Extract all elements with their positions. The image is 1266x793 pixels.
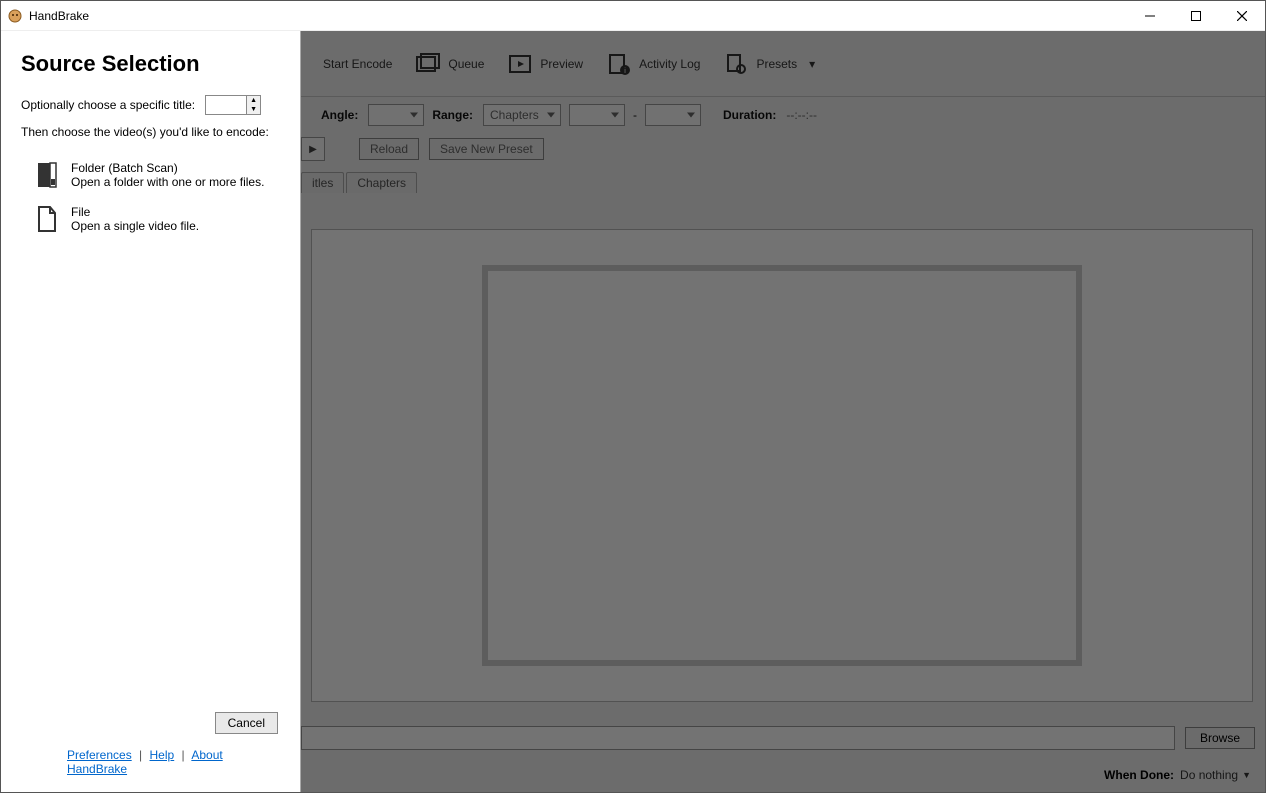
open-folder-text: Folder (Batch Scan) Open a folder with o… <box>71 161 264 189</box>
reload-label: Reload <box>370 142 408 156</box>
reload-button[interactable]: Reload <box>359 138 419 160</box>
preview-label: Preview <box>540 57 583 71</box>
window-title: HandBrake <box>29 9 89 23</box>
presets-label: Presets <box>756 57 797 71</box>
output-row: Browse <box>301 724 1255 752</box>
angle-combo[interactable] <box>368 104 424 126</box>
title-spinner-input[interactable] <box>206 96 246 114</box>
queue-label: Queue <box>448 57 484 71</box>
range-from-combo[interactable] <box>569 104 625 126</box>
open-folder-title: Folder (Batch Scan) <box>71 161 264 175</box>
title-spinner[interactable]: ▲ ▼ <box>205 95 261 115</box>
titlebar-left: HandBrake <box>7 8 89 24</box>
minimize-button[interactable] <box>1127 1 1173 30</box>
queue-button[interactable]: Queue <box>404 42 496 86</box>
preset-nav-button[interactable]: ▶ <box>301 137 325 161</box>
titlebar: HandBrake <box>1 1 1265 31</box>
queue-icon <box>416 53 440 75</box>
range-to-combo[interactable] <box>645 104 701 126</box>
maximize-icon <box>1191 11 1201 21</box>
preview-button[interactable]: Preview <box>496 42 595 86</box>
content-panel: Or drop a file or folder here ... <box>311 229 1253 702</box>
cancel-label: Cancel <box>228 716 265 730</box>
presets-button[interactable]: Presets ▾ <box>712 42 827 86</box>
body: Start Encode Queue Preview i Activity Lo… <box>1 31 1265 792</box>
footer-links: Preferences | Help | About HandBrake <box>21 746 286 782</box>
title-select-row: Optionally choose a specific title: ▲ ▼ <box>21 95 286 115</box>
when-done-combo[interactable]: Do nothing ▼ <box>1180 768 1251 782</box>
activity-log-icon: i <box>607 53 631 75</box>
when-done-label: When Done: <box>1104 768 1174 782</box>
folder-icon <box>35 161 59 189</box>
range-label: Range: <box>432 108 473 122</box>
activity-log-button[interactable]: i Activity Log <box>595 42 712 86</box>
spinner-buttons: ▲ ▼ <box>246 96 260 114</box>
minimize-icon <box>1145 11 1155 21</box>
open-file-desc: Open a single video file. <box>71 219 199 233</box>
save-new-preset-label: Save New Preset <box>440 142 533 156</box>
app-window: HandBrake Start Encode Queue <box>0 0 1266 793</box>
title-select-label: Optionally choose a specific title: <box>21 98 195 112</box>
close-icon <box>1237 11 1247 21</box>
window-controls <box>1127 1 1265 30</box>
open-folder-desc: Open a folder with one or more files. <box>71 175 264 189</box>
cancel-row: Cancel <box>21 708 286 746</box>
preferences-link[interactable]: Preferences <box>67 748 132 762</box>
file-icon <box>35 205 59 233</box>
source-selection-panel: Source Selection Optionally choose a spe… <box>1 31 301 792</box>
save-new-preset-button[interactable]: Save New Preset <box>429 138 544 160</box>
when-done-value: Do nothing <box>1180 768 1238 782</box>
drop-zone[interactable]: Or drop a file or folder here ... <box>482 265 1082 666</box>
cancel-button[interactable]: Cancel <box>215 712 278 734</box>
browse-button[interactable]: Browse <box>1185 727 1255 749</box>
maximize-button[interactable] <box>1173 1 1219 30</box>
spinner-up-button[interactable]: ▲ <box>247 96 260 105</box>
chevron-down-icon: ▾ <box>809 57 815 71</box>
encode-instruction: Then choose the video(s) you'd like to e… <box>21 125 286 139</box>
spinner-down-button[interactable]: ▼ <box>247 105 260 114</box>
range-combo[interactable]: Chapters <box>483 104 561 126</box>
close-button[interactable] <box>1219 1 1265 30</box>
presets-icon <box>724 53 748 75</box>
help-link[interactable]: Help <box>150 748 175 762</box>
open-file-text: File Open a single video file. <box>71 205 199 233</box>
open-file-option[interactable]: File Open a single video file. <box>21 199 286 243</box>
panel-heading: Source Selection <box>21 51 286 77</box>
duration-label: Duration: <box>723 108 776 122</box>
tab-subtitles[interactable]: itles <box>301 172 344 193</box>
tab-chapters[interactable]: Chapters <box>346 172 417 193</box>
start-encode-button[interactable]: Start Encode <box>311 42 404 86</box>
open-folder-option[interactable]: Folder (Batch Scan) Open a folder with o… <box>21 155 286 199</box>
browse-label: Browse <box>1200 731 1240 745</box>
drop-zone-text: Or drop a file or folder here ... <box>611 450 952 481</box>
app-icon <box>7 8 23 24</box>
range-value: Chapters <box>490 108 539 122</box>
chevron-down-icon: ▼ <box>1242 770 1251 780</box>
output-path-input[interactable] <box>301 726 1175 750</box>
range-dash: - <box>633 108 637 122</box>
status-row: When Done: Do nothing ▼ <box>1104 768 1251 782</box>
duration-value: --:--:-- <box>786 108 817 122</box>
start-encode-label: Start Encode <box>323 57 392 71</box>
angle-label: Angle: <box>321 108 358 122</box>
activity-log-label: Activity Log <box>639 57 700 71</box>
open-file-title: File <box>71 205 199 219</box>
preview-icon <box>508 53 532 75</box>
